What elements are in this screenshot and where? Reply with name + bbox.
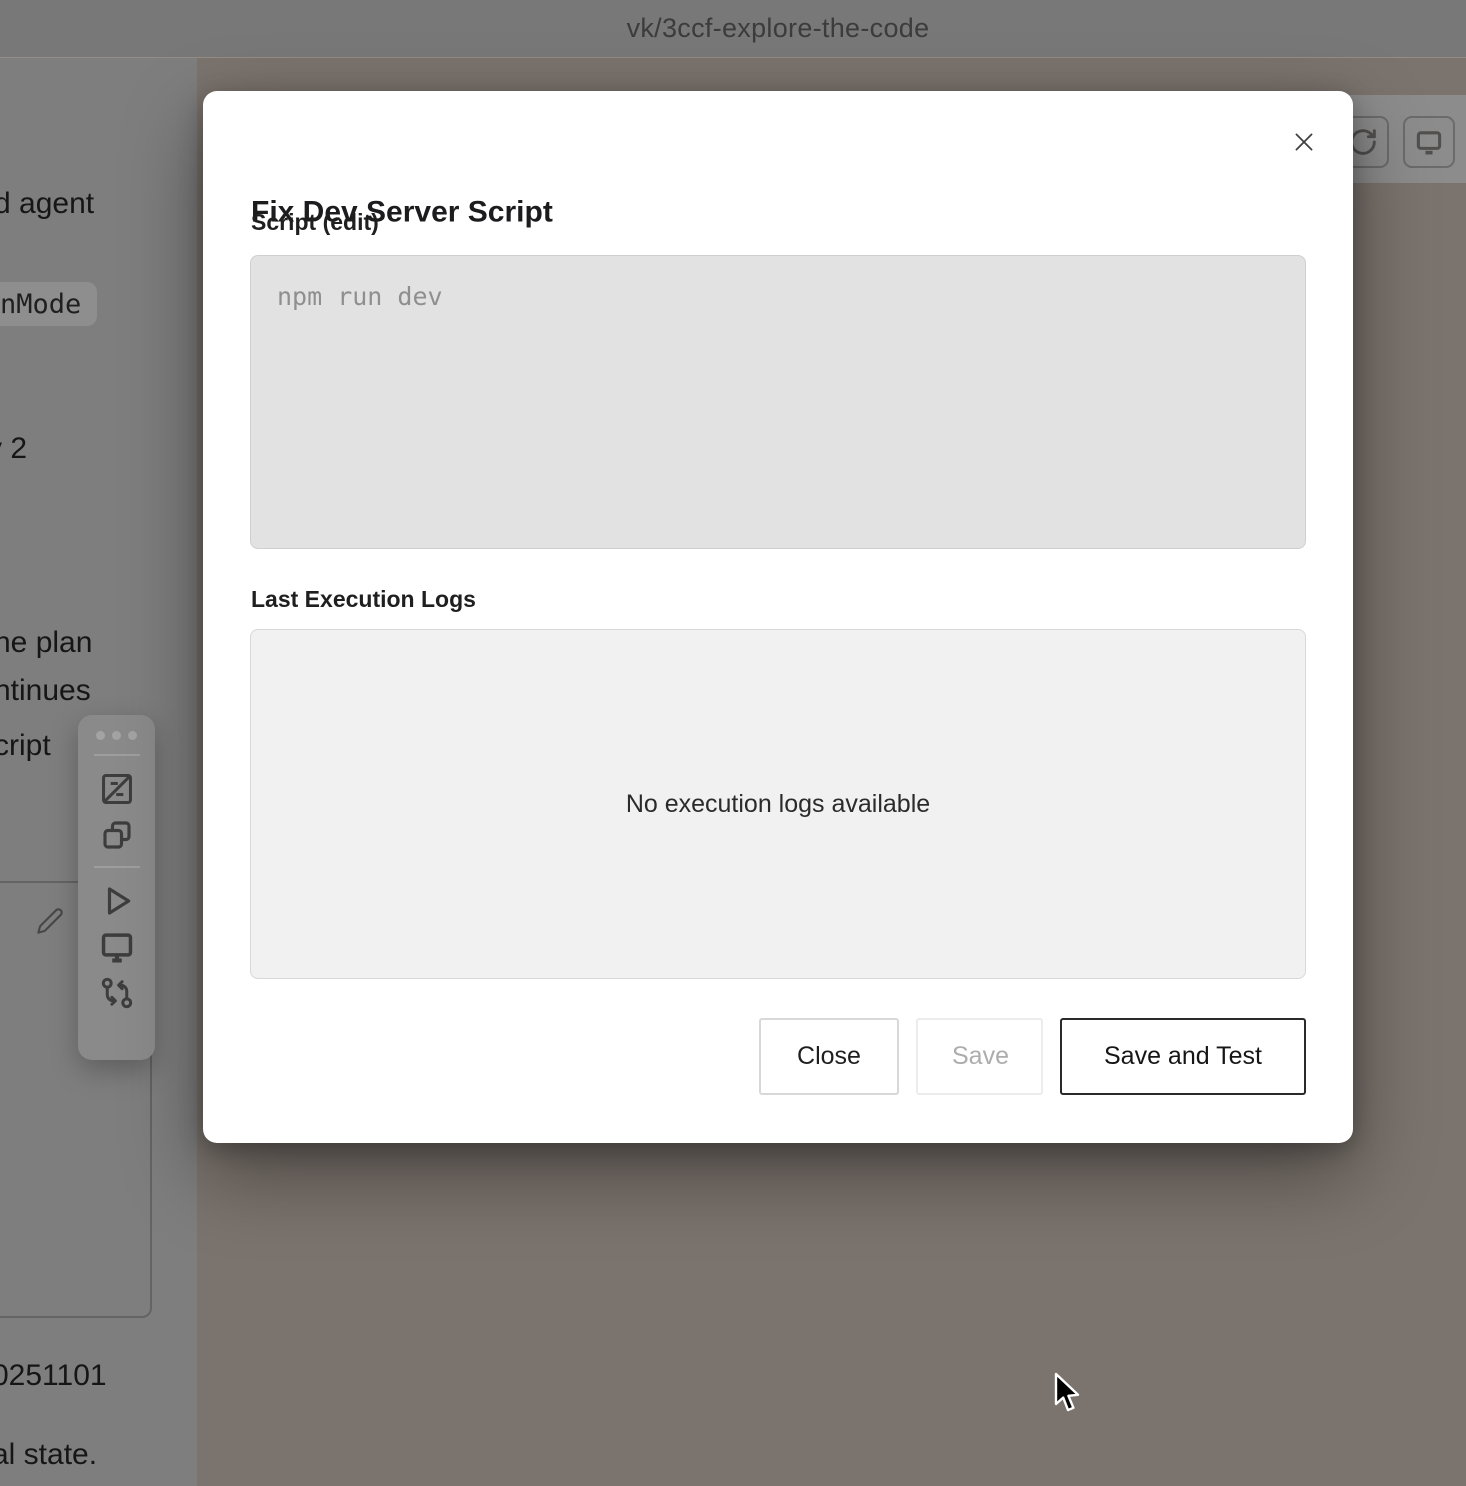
save-button[interactable]: Save <box>916 1018 1043 1095</box>
screen: vk/3ccf-explore-the-code d agent nMode y… <box>0 0 1466 1486</box>
execution-logs-box: No execution logs available <box>250 629 1306 979</box>
copy-icon[interactable] <box>95 812 139 858</box>
logs-empty-message: No execution logs available <box>625 789 931 818</box>
floating-toolbar <box>78 715 155 1060</box>
logs-label: Last Execution Logs <box>251 586 476 612</box>
code-chip: nMode <box>0 282 98 326</box>
chat-text-fragment: ntinues <box>0 674 91 707</box>
mouse-cursor <box>1053 1372 1081 1416</box>
chat-text-fragment: cript <box>0 729 51 762</box>
pencil-icon[interactable] <box>36 904 64 938</box>
git-compare-icon[interactable] <box>95 970 139 1016</box>
drag-dots-icon[interactable] <box>96 731 137 740</box>
script-input[interactable] <box>250 255 1306 549</box>
dialog-actions: Close Save Save and Test <box>759 1018 1306 1095</box>
zed-logo-icon[interactable] <box>95 766 139 812</box>
preview-monitor-button[interactable] <box>1403 116 1455 168</box>
monitor-icon <box>1416 131 1442 155</box>
window-title-bar: vk/3ccf-explore-the-code <box>0 0 1466 58</box>
chat-text-fragment: 0251101 <box>0 1359 107 1392</box>
window-title: vk/3ccf-explore-the-code <box>626 13 930 43</box>
toolbar-divider <box>93 866 140 868</box>
script-label: Script (edit) <box>251 209 379 235</box>
chat-text-fragment: al state. <box>0 1438 98 1471</box>
save-and-test-button[interactable]: Save and Test <box>1060 1018 1306 1095</box>
close-button[interactable]: Close <box>759 1018 899 1095</box>
toolbar-divider <box>93 754 140 756</box>
fix-dev-server-dialog: Fix Dev Server Script Script (edit) Last… <box>203 91 1353 1143</box>
play-icon[interactable] <box>95 878 139 924</box>
close-icon[interactable] <box>1289 127 1319 157</box>
chat-text-fragment: d agent <box>0 187 95 220</box>
chat-text-fragment: he plan <box>0 626 93 659</box>
monitor-icon[interactable] <box>95 924 139 970</box>
chat-text-fragment: y 2 <box>0 432 28 465</box>
